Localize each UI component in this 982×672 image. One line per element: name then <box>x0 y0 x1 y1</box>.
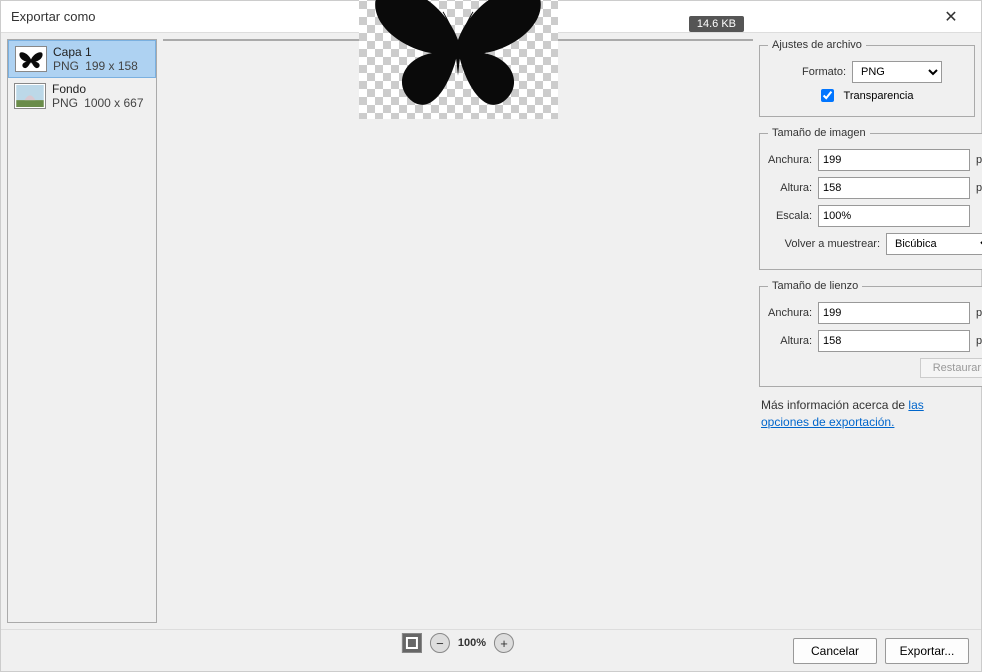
zoom-out-button[interactable]: − <box>430 633 450 653</box>
canvas-width-label: Anchura: <box>768 307 812 319</box>
format-select[interactable]: PNG <box>852 61 942 83</box>
transparency-checkbox[interactable] <box>821 89 834 102</box>
scale-input[interactable] <box>818 205 970 227</box>
layers-panel: Capa 1 PNG 199 x 158 Fondo PNG 1000 x 66… <box>7 39 157 623</box>
layer-item[interactable]: Capa 1 PNG 199 x 158 <box>8 40 156 78</box>
format-label: Formato: <box>768 66 846 78</box>
layer-meta: PNG 1000 x 667 <box>52 96 144 110</box>
canvas-height-label: Altura: <box>768 335 812 347</box>
width-label: Anchura: <box>768 154 812 166</box>
layer-text: Fondo PNG 1000 x 667 <box>52 82 144 110</box>
filesize-badge: 14.6 KB <box>689 16 744 32</box>
canvas-width-input[interactable] <box>818 302 970 324</box>
restore-button[interactable]: Restaurar <box>920 358 982 378</box>
export-button[interactable]: Exportar... <box>885 638 969 664</box>
layer-name: Fondo <box>52 82 144 96</box>
zoom-value: 100% <box>458 637 486 649</box>
dialog-body: Capa 1 PNG 199 x 158 Fondo PNG 1000 x 66… <box>1 33 981 629</box>
height-label: Altura: <box>768 182 812 194</box>
image-height-input[interactable] <box>818 177 970 199</box>
preview-image <box>359 0 558 119</box>
file-settings-legend: Ajustes de archivo <box>768 39 866 51</box>
settings-panel: Ajustes de archivo Formato: PNG Transpar… <box>759 39 975 623</box>
layer-item[interactable]: Fondo PNG 1000 x 667 <box>8 78 156 115</box>
unit-label: px <box>976 154 982 166</box>
zoom-in-button[interactable]: + <box>494 633 514 653</box>
canvas-size-legend: Tamaño de lienzo <box>768 280 862 292</box>
unit-label: px <box>976 335 982 347</box>
unit-label: px <box>976 307 982 319</box>
layer-thumb <box>15 46 47 72</box>
resample-label: Volver a muestrear: <box>768 238 880 250</box>
unit-label: px <box>976 182 982 194</box>
cancel-button[interactable]: Cancelar <box>793 638 877 664</box>
zoom-toolbar: − 100% + <box>402 633 514 653</box>
layer-text: Capa 1 PNG 199 x 158 <box>53 45 138 73</box>
landscape-icon <box>16 85 44 107</box>
file-settings-group: Ajustes de archivo Formato: PNG Transpar… <box>759 39 975 117</box>
layer-meta: PNG 199 x 158 <box>53 59 138 73</box>
canvas-size-group: Tamaño de lienzo Anchura: px Altura: px … <box>759 280 982 387</box>
image-width-input[interactable] <box>818 149 970 171</box>
butterfly-icon <box>363 0 553 115</box>
close-icon[interactable]: ✕ <box>931 7 971 27</box>
canvas-height-input[interactable] <box>818 330 970 352</box>
transparency-label: Transparencia <box>844 90 914 102</box>
info-text: Más información acerca de las opciones d… <box>759 397 975 432</box>
layer-name: Capa 1 <box>53 45 138 59</box>
image-size-group: Tamaño de imagen Anchura: px Altura: px … <box>759 127 982 270</box>
resample-select[interactable]: Bicúbica <box>886 233 982 255</box>
layer-thumb <box>14 83 46 109</box>
preview-area: 14.6 KB − 100% + <box>163 39 753 623</box>
butterfly-icon <box>17 48 45 70</box>
scale-label: Escala: <box>768 210 812 222</box>
image-size-legend: Tamaño de imagen <box>768 127 870 139</box>
zoom-fit-icon[interactable] <box>402 633 422 653</box>
preview-frame: 14.6 KB <box>163 39 753 41</box>
